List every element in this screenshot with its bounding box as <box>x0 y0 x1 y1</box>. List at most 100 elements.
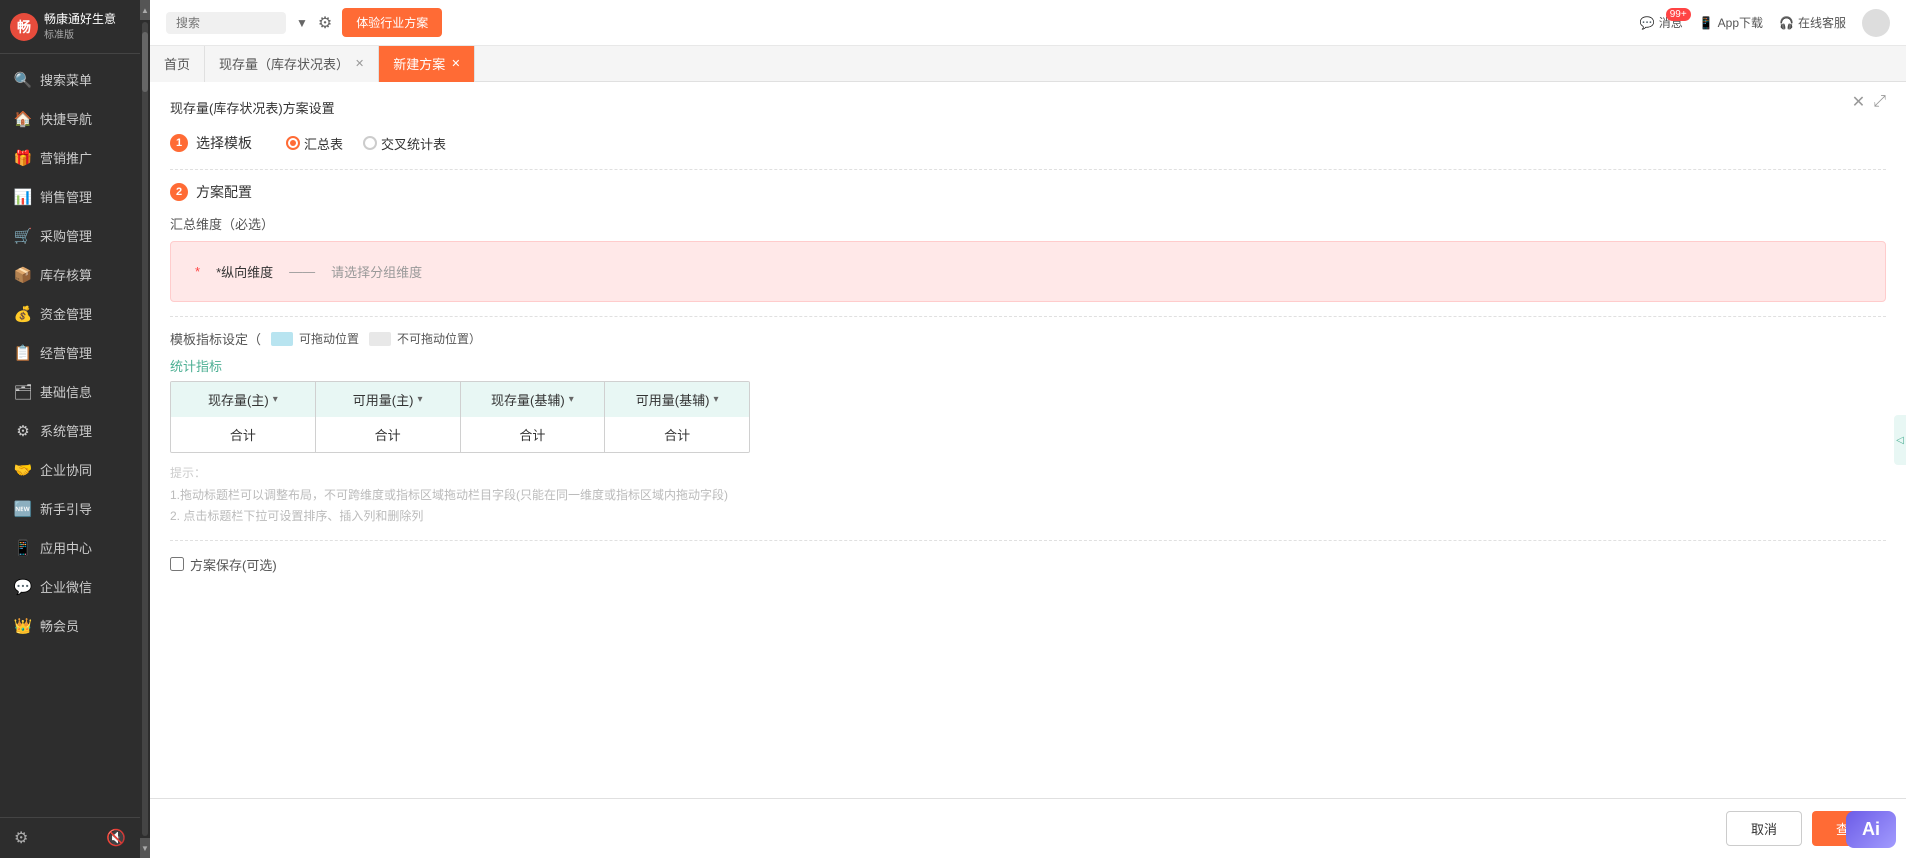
stats-col-header-2[interactable]: 现存量(基辅)▾ <box>461 382 606 417</box>
stats-table-header: 现存量(主) ▾ 可用量(主)▾现存量(基辅)▾可用量(基辅)▾ <box>171 382 749 417</box>
scroll-track <box>142 22 148 836</box>
sidebar-icon-sales: 📊 <box>14 188 32 206</box>
legend-unmovable-label: 不可拖动位置） <box>397 330 481 347</box>
sidebar-item-basic-info[interactable]: 🗂基础信息 <box>0 372 140 411</box>
tab-inventory-status[interactable]: 现存量（库存状况表） ✕ <box>205 46 379 82</box>
sidebar-item-guide[interactable]: 🆕新手引导 <box>0 489 140 528</box>
stats-col-header-1[interactable]: 可用量(主)▾ <box>316 382 461 417</box>
scroll-thumb[interactable] <box>142 32 148 92</box>
sidebar-item-purchase[interactable]: 🛒采购管理 <box>0 216 140 255</box>
sidebar-icon-operation: 📋 <box>14 344 32 362</box>
stats-col-sub-2: 合计 <box>519 425 545 444</box>
sidebar-icon-quick-nav: 🏠 <box>14 110 32 128</box>
tab-home-label: 首页 <box>164 54 190 73</box>
stats-col-chevron-0: ▾ <box>273 394 278 405</box>
stats-col-label-0: 现存量(主) <box>208 390 269 409</box>
stats-col-label-1: 可用量(主) <box>353 390 414 409</box>
online-service-label: 在线客服 <box>1798 14 1846 31</box>
top-bar-right: 💬 消息 99+ 📱 App下载 🎧 在线客服 <box>1640 9 1890 37</box>
close-panel-icon[interactable]: ✕ <box>1852 92 1865 112</box>
sidebar-label-wechat: 企业微信 <box>40 577 92 596</box>
stats-col-header-3[interactable]: 可用量(基辅)▾ <box>605 382 749 417</box>
sidebar-item-marketing[interactable]: 🎁营销推广 <box>0 138 140 177</box>
sidebar-label-inventory: 库存核算 <box>40 265 92 284</box>
scroll-up-btn[interactable]: ▲ <box>140 0 150 20</box>
tab-home[interactable]: 首页 <box>150 46 205 82</box>
stats-col-header-0[interactable]: 现存量(主) ▾ <box>171 382 316 417</box>
gear-icon[interactable]: ⚙ <box>318 13 332 33</box>
dimension-placeholder: 请选择分组维度 <box>331 262 422 281</box>
scroll-down-btn[interactable]: ▼ <box>140 838 150 858</box>
message-icon: 💬 <box>1640 16 1655 30</box>
panel-controls: ✕ ⤢ <box>1852 92 1886 112</box>
radio-cross-circle <box>363 136 377 150</box>
sidebar-label-member: 畅会员 <box>40 616 79 635</box>
headset-icon: 🎧 <box>1779 16 1794 30</box>
messages-badge: 99+ <box>1666 8 1691 21</box>
tab-new-plan-close-icon[interactable]: ✕ <box>451 57 460 70</box>
sidebar-item-sales[interactable]: 📊销售管理 <box>0 177 140 216</box>
dimension-vertical-label: *纵向维度 <box>216 262 273 281</box>
dimension-dash: —— <box>289 264 315 279</box>
radio-cross[interactable]: 交叉统计表 <box>363 134 446 153</box>
right-panel-toggle[interactable]: ◁ <box>1894 415 1906 465</box>
avatar[interactable] <box>1862 9 1890 37</box>
unmovable-legend-box <box>369 332 391 346</box>
search-input[interactable] <box>166 12 286 34</box>
sidebar-item-app-center[interactable]: 📱应用中心 <box>0 528 140 567</box>
sidebar-item-wechat[interactable]: 💬企业微信 <box>0 567 140 606</box>
sidebar-item-system[interactable]: ⚙系统管理 <box>0 411 140 450</box>
sidebar-icon-marketing: 🎁 <box>14 149 32 167</box>
radio-cross-label: 交叉统计表 <box>381 134 446 153</box>
tips-box: 提示： 1.拖动标题栏可以调整布局，不可跨维度或指标区域拖动栏目字段(只能在同一… <box>170 463 1886 528</box>
expand-panel-icon[interactable]: ⤢ <box>1873 93 1886 111</box>
sidebar-item-inventory[interactable]: 📦库存核算 <box>0 255 140 294</box>
dropdown-btn[interactable]: ▼ <box>296 16 308 30</box>
sidebar-label-basic-info: 基础信息 <box>40 382 92 401</box>
tip-item-2: 2. 点击标题栏下拉可设置排序、插入列和删除列 <box>170 506 1886 528</box>
sidebar-scrollbar: ▲ ▼ <box>140 0 150 858</box>
sidebar-item-operation[interactable]: 📋经营管理 <box>0 333 140 372</box>
legend-movable: 可拖动位置 <box>271 330 359 347</box>
section1-num: 1 <box>170 134 188 152</box>
save-option: 方案保存(可选) <box>170 555 1886 574</box>
content-area: ✕ ⤢ 现存量(库存状况表)方案设置 1 选择模板 汇总表 交叉统计表 <box>150 82 1906 798</box>
ai-badge[interactable]: Ai <box>1846 811 1896 848</box>
app-download-btn[interactable]: 📱 App下载 <box>1699 14 1763 31</box>
section2-header: 2 方案配置 <box>170 182 1886 202</box>
tab-inventory-close-icon[interactable]: ✕ <box>355 57 364 70</box>
tab-bar: 首页 现存量（库存状况表） ✕ 新建方案 ✕ <box>150 46 1906 82</box>
stats-col-body-0: 合计 <box>171 417 316 452</box>
tip-item-1: 1.拖动标题栏可以调整布局，不可跨维度或指标区域拖动栏目字段(只能在同一维度或指… <box>170 485 1886 507</box>
sound-icon[interactable]: 🔇 <box>106 828 126 848</box>
sidebar-icon-member: 👑 <box>14 617 32 635</box>
save-option-label: 方案保存(可选) <box>190 555 277 574</box>
sidebar-item-search-menu[interactable]: 🔍 搜索菜单 <box>0 60 140 99</box>
radio-summary[interactable]: 汇总表 <box>286 134 343 153</box>
sidebar-nav: 🔍 搜索菜单 🏠快捷导航🎁营销推广📊销售管理🛒采购管理📦库存核算💰资金管理📋经营管理… <box>0 54 140 817</box>
messages-btn[interactable]: 💬 消息 99+ <box>1640 14 1683 31</box>
sidebar-label-search-menu: 搜索菜单 <box>40 70 92 89</box>
settings-icon[interactable]: ⚙ <box>14 828 28 848</box>
stats-title: 统计指标 <box>170 356 1886 375</box>
sidebar-icon-system: ⚙ <box>14 422 32 440</box>
sidebar-item-quick-nav[interactable]: 🏠快捷导航 <box>0 99 140 138</box>
app-version: 标准版 <box>44 26 116 41</box>
tab-new-plan-label: 新建方案 <box>393 54 445 73</box>
tab-new-plan[interactable]: 新建方案 ✕ <box>379 46 475 82</box>
sidebar-item-member[interactable]: 👑 畅会员 <box>0 606 140 645</box>
stats-section: 统计指标 现存量(主) ▾ 可用量(主)▾现存量(基辅)▾可用量(基辅)▾ 合计 合计… <box>170 356 1886 453</box>
sidebar-icon-purchase: 🛒 <box>14 227 32 245</box>
experience-btn[interactable]: 体验行业方案 <box>342 8 442 37</box>
sidebar-icon-search-menu: 🔍 <box>14 71 32 89</box>
movable-legend-box <box>271 332 293 346</box>
section1-title: 选择模板 <box>196 133 252 153</box>
save-checkbox[interactable] <box>170 557 184 571</box>
stats-col-body-3: 合计 <box>605 417 749 452</box>
sidebar-item-finance[interactable]: 💰资金管理 <box>0 294 140 333</box>
sidebar-label-app-center: 应用中心 <box>40 538 92 557</box>
cancel-button[interactable]: 取消 <box>1726 811 1802 846</box>
sidebar-item-contract[interactable]: 🤝企业协同 <box>0 450 140 489</box>
sidebar-icon-finance: 💰 <box>14 305 32 323</box>
online-service-btn[interactable]: 🎧 在线客服 <box>1779 14 1846 31</box>
